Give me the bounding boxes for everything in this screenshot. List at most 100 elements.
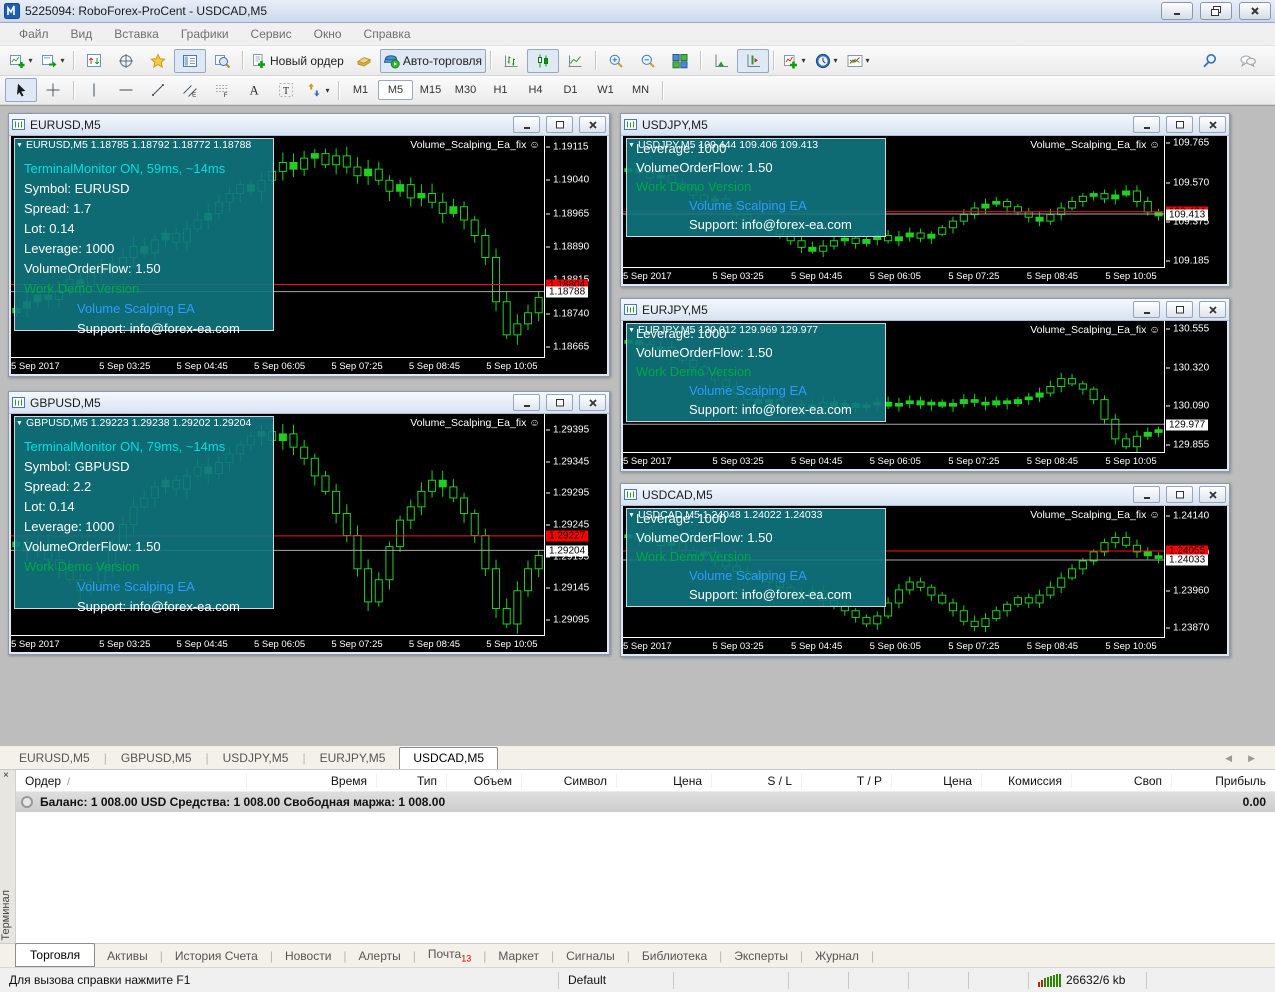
chart-minimize-button[interactable]	[513, 116, 540, 133]
chart-window-titlebar[interactable]: USDJPY,M5	[621, 114, 1229, 136]
timeframe-m1-button[interactable]: M1	[343, 80, 378, 100]
chart-restore-button[interactable]	[1166, 301, 1193, 318]
terminal-tab-6[interactable]: Маркет	[486, 946, 551, 966]
chat-button[interactable]	[1232, 49, 1264, 73]
auto-trading-button[interactable]: Авто-торговля	[379, 48, 487, 73]
menu-item-view[interactable]: Вид	[60, 25, 104, 43]
chart-close-button[interactable]	[579, 116, 606, 133]
tile-windows-button[interactable]	[664, 49, 696, 73]
price-scale[interactable]: 130.555 130.320 130.090 129.855 129.977	[1166, 321, 1227, 453]
timeframe-mn-button[interactable]: MN	[623, 80, 658, 100]
price-scale[interactable]: 1.241401.240501.239601.238701.240551.240…	[1166, 506, 1227, 638]
terminal-tab-2[interactable]: История Счета	[163, 946, 270, 966]
terminal-tab-7[interactable]: Сигналы	[554, 946, 627, 966]
trendline-button[interactable]	[142, 78, 174, 102]
chart-tab-usdjpy[interactable]: USDJPY,M5	[209, 747, 303, 769]
chart-window-titlebar[interactable]: GBPUSD,M5	[9, 392, 609, 414]
tab-scroll-left-icon[interactable]: ◀	[1225, 753, 1232, 764]
time-axis[interactable]: 5 Sep 2017 5 Sep 03:25 5 Sep 04:45 5 Sep 06…	[11, 359, 545, 374]
channel-button[interactable]: E	[174, 78, 206, 102]
bars-chart-button[interactable]	[495, 49, 527, 73]
search-button[interactable]	[1194, 49, 1226, 73]
price-scale[interactable]: 1.191151.190401.189651.188901.188151.187…	[546, 136, 607, 358]
tab-scroll-right-icon[interactable]: ▶	[1248, 753, 1255, 764]
chart-plot[interactable]: Leverage: 1000 VolumeOrderFlow: 1.50 Work …	[623, 506, 1165, 638]
chart-plot[interactable]: TerminalMonitor ON, 79ms, ~14ms Symbol: G…	[11, 414, 545, 636]
terminal-column-10[interactable]: Своп	[1071, 773, 1171, 788]
chart-restore-button[interactable]	[1166, 486, 1193, 503]
navigator-button[interactable]	[142, 49, 174, 73]
status-profile[interactable]: Default	[559, 971, 674, 989]
chart-minimize-button[interactable]	[1133, 116, 1160, 133]
chart-plot[interactable]: TerminalMonitor ON, 59ms, ~14ms Symbol: E…	[11, 136, 545, 358]
chart-tab-gbpusd[interactable]: GBPUSD,M5	[107, 747, 206, 769]
text-button[interactable]: A	[238, 78, 270, 102]
chart-close-button[interactable]	[579, 394, 606, 411]
chart-tab-eurusd[interactable]: EURUSD,M5	[5, 747, 104, 769]
chart-minimize-button[interactable]	[1133, 301, 1160, 318]
vline-button[interactable]	[78, 78, 110, 102]
crosshair-button[interactable]	[37, 78, 69, 102]
chart-close-button[interactable]	[1199, 116, 1226, 133]
terminal-tab-1[interactable]: Активы	[95, 946, 160, 966]
zoom-out-button[interactable]	[632, 49, 664, 73]
terminal-column-0[interactable]: Ордер /	[16, 774, 246, 788]
chart-restore-button[interactable]	[546, 394, 573, 411]
chart-window-eurjpy[interactable]: EURJPY,M5 Leverage: 1000 VolumeOrderFlow: …	[620, 298, 1230, 472]
chart-plot[interactable]: Leverage: 1000 VolumeOrderFlow: 1.50 Work …	[623, 321, 1165, 453]
dropdown-arrow-icon[interactable]: ▾	[60, 56, 64, 65]
line-chart-button[interactable]	[559, 49, 591, 73]
timeframe-h1-button[interactable]: H1	[483, 80, 518, 100]
window-minimize-button[interactable]	[1161, 2, 1193, 20]
hline-button[interactable]	[110, 78, 142, 102]
fibonacci-button[interactable]: F	[206, 78, 238, 102]
zoom-in-button[interactable]	[600, 49, 632, 73]
terminal-column-3[interactable]: Объем	[446, 773, 521, 788]
terminal-tab-0[interactable]: Торговля	[15, 942, 96, 967]
terminal-tab-4[interactable]: Алерты	[347, 946, 413, 966]
chart-tab-usdcad[interactable]: USDCAD,M5	[399, 747, 499, 769]
time-axis[interactable]: 5 Sep 2017 5 Sep 03:25 5 Sep 04:45 5 Sep 06…	[623, 269, 1165, 284]
profiles-button[interactable]: ▾	[37, 49, 69, 73]
dropdown-arrow-icon[interactable]: ▾	[834, 56, 838, 65]
dropdown-arrow-icon[interactable]: ▾	[802, 56, 806, 65]
timeframe-m30-button[interactable]: M30	[448, 80, 483, 100]
terminal-tab-10[interactable]: Журнал	[803, 946, 871, 966]
chart-restore-button[interactable]	[546, 116, 573, 133]
window-restore-button[interactable]	[1200, 2, 1232, 20]
time-axis[interactable]: 5 Sep 2017 5 Sep 03:25 5 Sep 04:45 5 Sep 06…	[11, 637, 545, 652]
terminal-column-4[interactable]: Символ	[521, 773, 616, 788]
price-scale[interactable]: 109.765109.570109.375109.185109.424109.4…	[1166, 136, 1227, 268]
indicators-button[interactable]: ▾	[778, 49, 810, 73]
time-axis[interactable]: 5 Sep 2017 5 Sep 03:25 5 Sep 04:45 5 Sep 06…	[623, 639, 1165, 654]
terminal-column-5[interactable]: Цена	[616, 773, 711, 788]
terminal-column-2[interactable]: Тип	[376, 773, 446, 788]
terminal-tab-3[interactable]: Новости	[273, 946, 343, 966]
timeframe-m15-button[interactable]: M15	[413, 80, 448, 100]
new-order-button[interactable]: Новый ордер	[247, 49, 348, 73]
dropdown-arrow-icon[interactable]: ▾	[28, 56, 32, 65]
terminal-column-7[interactable]: T / P	[801, 773, 891, 788]
chart-minimize-button[interactable]	[513, 394, 540, 411]
terminal-panel-button[interactable]	[174, 48, 206, 73]
menu-item-service[interactable]: Сервис	[240, 25, 303, 43]
terminal-column-6[interactable]: S / L	[711, 773, 801, 788]
chart-shift-button[interactable]	[737, 48, 770, 73]
terminal-column-9[interactable]: Комиссия	[981, 773, 1071, 788]
chart-plot[interactable]: Leverage: 1000 VolumeOrderFlow: 1.50 Work …	[623, 136, 1165, 268]
terminal-tab-9[interactable]: Эксперты	[722, 946, 800, 966]
window-close-button[interactable]	[1239, 2, 1271, 20]
metaeditor-button[interactable]	[348, 49, 380, 73]
templates-button[interactable]: ▾	[842, 49, 874, 73]
market-watch-button[interactable]	[78, 49, 110, 73]
chart-close-button[interactable]	[1199, 486, 1226, 503]
menu-item-file[interactable]: Файл	[8, 25, 60, 43]
terminal-column-8[interactable]: Цена	[891, 773, 981, 788]
menu-item-window[interactable]: Окно	[303, 25, 353, 43]
dropdown-arrow-icon[interactable]: ▾	[325, 86, 329, 95]
label-button[interactable]: T	[270, 78, 302, 102]
chart-window-usdjpy[interactable]: USDJPY,M5 Leverage: 1000 VolumeOrderFlow: …	[620, 113, 1230, 287]
terminal-close-button[interactable]: ×	[3, 771, 9, 781]
price-scale[interactable]: 1.29395 1.29345 1.29295 1.29245 1.29195 1.291…	[546, 414, 607, 636]
menu-item-charts[interactable]: Графики	[170, 25, 240, 43]
